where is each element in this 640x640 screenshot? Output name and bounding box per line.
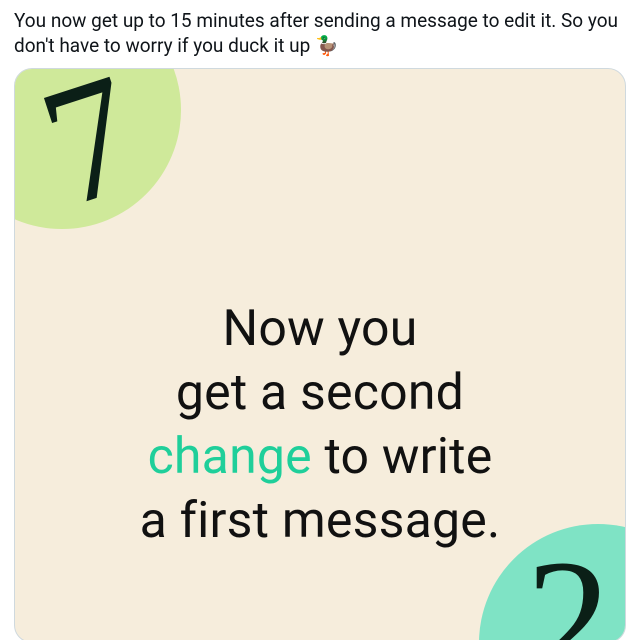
headline-line-3: change to write	[15, 425, 625, 489]
decorative-circle-top-left: 7	[14, 68, 181, 229]
digit-two: 2	[526, 534, 611, 640]
digit-seven: 7	[23, 68, 156, 234]
headline-line-1: Now you	[15, 297, 625, 361]
headline-line-3-rest: to write	[312, 428, 493, 486]
headline-accent-word: change	[148, 428, 312, 486]
tweet-media-image[interactable]: 7 Now you get a second change to write a…	[14, 68, 626, 640]
promo-headline: Now you get a second change to write a f…	[15, 297, 625, 553]
tweet-text[interactable]: You now get up to 15 minutes after sendi…	[14, 8, 626, 58]
tweet-body: You now get up to 15 minutes after sendi…	[0, 0, 640, 58]
tweet-media-wrap: 7 Now you get a second change to write a…	[0, 58, 640, 640]
headline-line-2: get a second	[15, 361, 625, 425]
